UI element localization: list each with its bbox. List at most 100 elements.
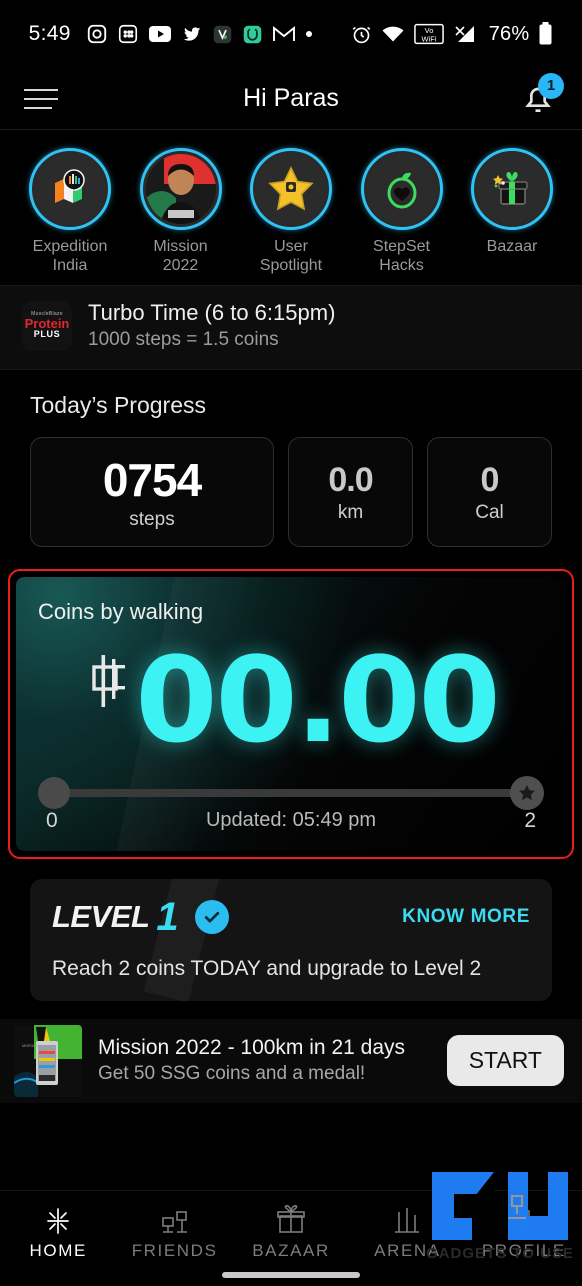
app-bar: Hi Paras 1 <box>0 68 582 130</box>
brand-bottom: PLUS <box>33 329 61 339</box>
alarm-icon <box>351 24 372 45</box>
level-number: 1 <box>156 894 179 939</box>
india-map-pin-icon <box>35 154 105 224</box>
nav-label-friends: FRIENDS <box>131 1241 218 1260</box>
steps-value: 0754 <box>102 454 202 506</box>
progress-tiles: 0754 steps 0.0 km 0 Cal <box>30 437 552 547</box>
nav-label-profile: PROFILE <box>481 1241 566 1260</box>
mission-subtitle: Get 50 SSG coins and a medal! <box>98 1063 366 1085</box>
story-label-line2: India <box>52 257 88 274</box>
slider-thumb-start[interactable] <box>38 776 70 809</box>
story-label-line2: Spotlight <box>259 257 323 274</box>
wifi-icon <box>381 24 405 44</box>
notification-bell-button[interactable]: 1 <box>518 72 564 119</box>
start-button[interactable]: START <box>446 1035 564 1087</box>
level-card[interactable]: LEVEL 1 KNOW MORE Reach 2 coins TODAY an… <box>30 878 552 1001</box>
status-bar: 5:49 Vo WiFi 76% <box>0 0 582 68</box>
story-label-line2: Hacks <box>379 257 424 274</box>
story-label: StepSet Hacks <box>352 237 452 275</box>
steps-tile[interactable]: 0754 steps <box>30 437 274 547</box>
story-stepset-hacks[interactable]: StepSet Hacks <box>352 148 452 275</box>
story-label: Bazaar <box>462 237 562 256</box>
gift-icon <box>233 1203 349 1239</box>
app-screen: 5:49 Vo WiFi 76% Hi Paras 1 Expedition I… <box>0 0 582 1286</box>
calories-unit: Cal <box>475 501 504 523</box>
coins-card-inner: Coins by walking 00.00 0 Updated: 05:49 … <box>16 577 566 851</box>
check-circle-icon <box>194 899 229 934</box>
nav-item-home[interactable]: HOME <box>0 1203 116 1261</box>
mission-banner[interactable]: MISSION Mission 2022 - 100km in 21 days … <box>0 1018 582 1103</box>
instagram-icon <box>86 23 108 45</box>
turbo-time-banner[interactable]: MuscleBlaze Protein PLUS Turbo Time (6 t… <box>0 286 582 370</box>
coin-amount-value: 00.00 <box>135 631 500 769</box>
story-ring <box>471 148 553 230</box>
level-subtitle: Reach 2 coins TODAY and upgrade to Level… <box>52 956 482 980</box>
slider-min-label: 0 <box>46 808 58 832</box>
slider-labels: 0 Updated: 05:49 pm 2 <box>38 809 544 833</box>
slider-max-label: 2 <box>524 808 536 832</box>
calories-value: 0 <box>480 460 500 499</box>
hamburger-menu-icon[interactable] <box>24 87 58 111</box>
ssg-coin-icon <box>83 653 129 714</box>
steps-unit: steps <box>129 509 175 530</box>
nav-item-friends[interactable]: FRIENDS <box>116 1203 232 1261</box>
mission-title: Mission 2022 - 100km in 21 days <box>98 1036 405 1060</box>
story-bazaar[interactable]: Bazaar <box>462 148 562 275</box>
story-mission-2022[interactable]: Mission 2022 <box>131 148 231 275</box>
story-label: User Spotlight <box>241 237 341 275</box>
user-photo-avatar <box>145 154 216 224</box>
notification-badge: 1 <box>538 72 564 99</box>
gmail-icon <box>272 24 296 44</box>
calories-tile[interactable]: 0 Cal <box>427 437 552 547</box>
story-ring <box>360 148 443 230</box>
battery-percent: 76% <box>488 22 530 45</box>
story-ring <box>139 148 222 230</box>
coins-heading: Coins by walking <box>38 599 204 624</box>
home-steps-icon <box>0 1203 116 1239</box>
star-icon <box>256 154 326 224</box>
story-ring <box>29 148 111 230</box>
svg-text:WiFi: WiFi <box>421 35 436 44</box>
coins-progress-slider[interactable]: 0 Updated: 05:49 pm 2 <box>38 775 544 833</box>
mission-text: Mission 2022 - 100km in 21 days Get 50 S… <box>98 1036 405 1085</box>
home-indicator <box>222 1272 360 1278</box>
arena-icon <box>349 1203 465 1239</box>
know-more-link[interactable]: KNOW MORE <box>402 906 530 928</box>
slider-track[interactable] <box>38 775 544 810</box>
distance-unit: km <box>337 501 364 523</box>
svg-text:MISSION: MISSION <box>22 1043 39 1048</box>
turbo-text: Turbo Time (6 to 6:15pm) 1000 steps = 1.… <box>88 300 335 351</box>
level-card-header: LEVEL 1 KNOW MORE <box>52 897 530 937</box>
battery-icon <box>538 22 553 46</box>
nav-item-profile[interactable]: PROFILE <box>466 1203 582 1261</box>
status-clock: 5:49 <box>28 22 71 45</box>
nav-item-bazaar[interactable]: BAZAAR <box>233 1203 349 1261</box>
friends-icon <box>116 1203 232 1239</box>
story-label-line1: StepSet <box>373 238 430 255</box>
distance-tile[interactable]: 0.0 km <box>288 437 413 547</box>
story-label-line1: Mission <box>153 238 208 255</box>
protein-plus-logo: MuscleBlaze Protein PLUS <box>22 300 72 351</box>
story-user-spotlight[interactable]: User Spotlight <box>241 148 341 275</box>
slider-goal-star-icon[interactable] <box>510 775 544 810</box>
coins-updated-text: Updated: 05:49 pm <box>205 809 377 832</box>
twitter-icon <box>181 24 203 44</box>
story-expedition-india[interactable]: Expedition India <box>20 148 120 275</box>
dot-icon <box>305 30 313 38</box>
vault-icon <box>212 24 233 45</box>
story-label-line2: 2022 <box>162 257 199 274</box>
todays-progress-section: Today’s Progress 0754 steps 0.0 km 0 Cal <box>0 370 582 547</box>
nav-item-arena[interactable]: ARENA <box>349 1203 465 1261</box>
gift-box-icon <box>477 154 547 224</box>
apple-heart-icon <box>366 154 437 224</box>
profile-icon <box>466 1203 582 1239</box>
story-label-line1: Expedition <box>32 238 108 255</box>
story-label: Expedition India <box>20 237 120 275</box>
level-word: LEVEL <box>52 898 150 934</box>
stories-row: Expedition India Mission 2022 User Spotl… <box>0 130 582 286</box>
turbo-title: Turbo Time (6 to 6:15pm) <box>88 300 336 325</box>
volte-wifi-icon: Vo WiFi <box>413 23 444 45</box>
medal-thumbnail: MISSION <box>14 1024 82 1097</box>
story-ring <box>250 148 332 230</box>
coins-by-walking-card[interactable]: Coins by walking 00.00 0 Updated: 05:49 … <box>8 569 574 859</box>
